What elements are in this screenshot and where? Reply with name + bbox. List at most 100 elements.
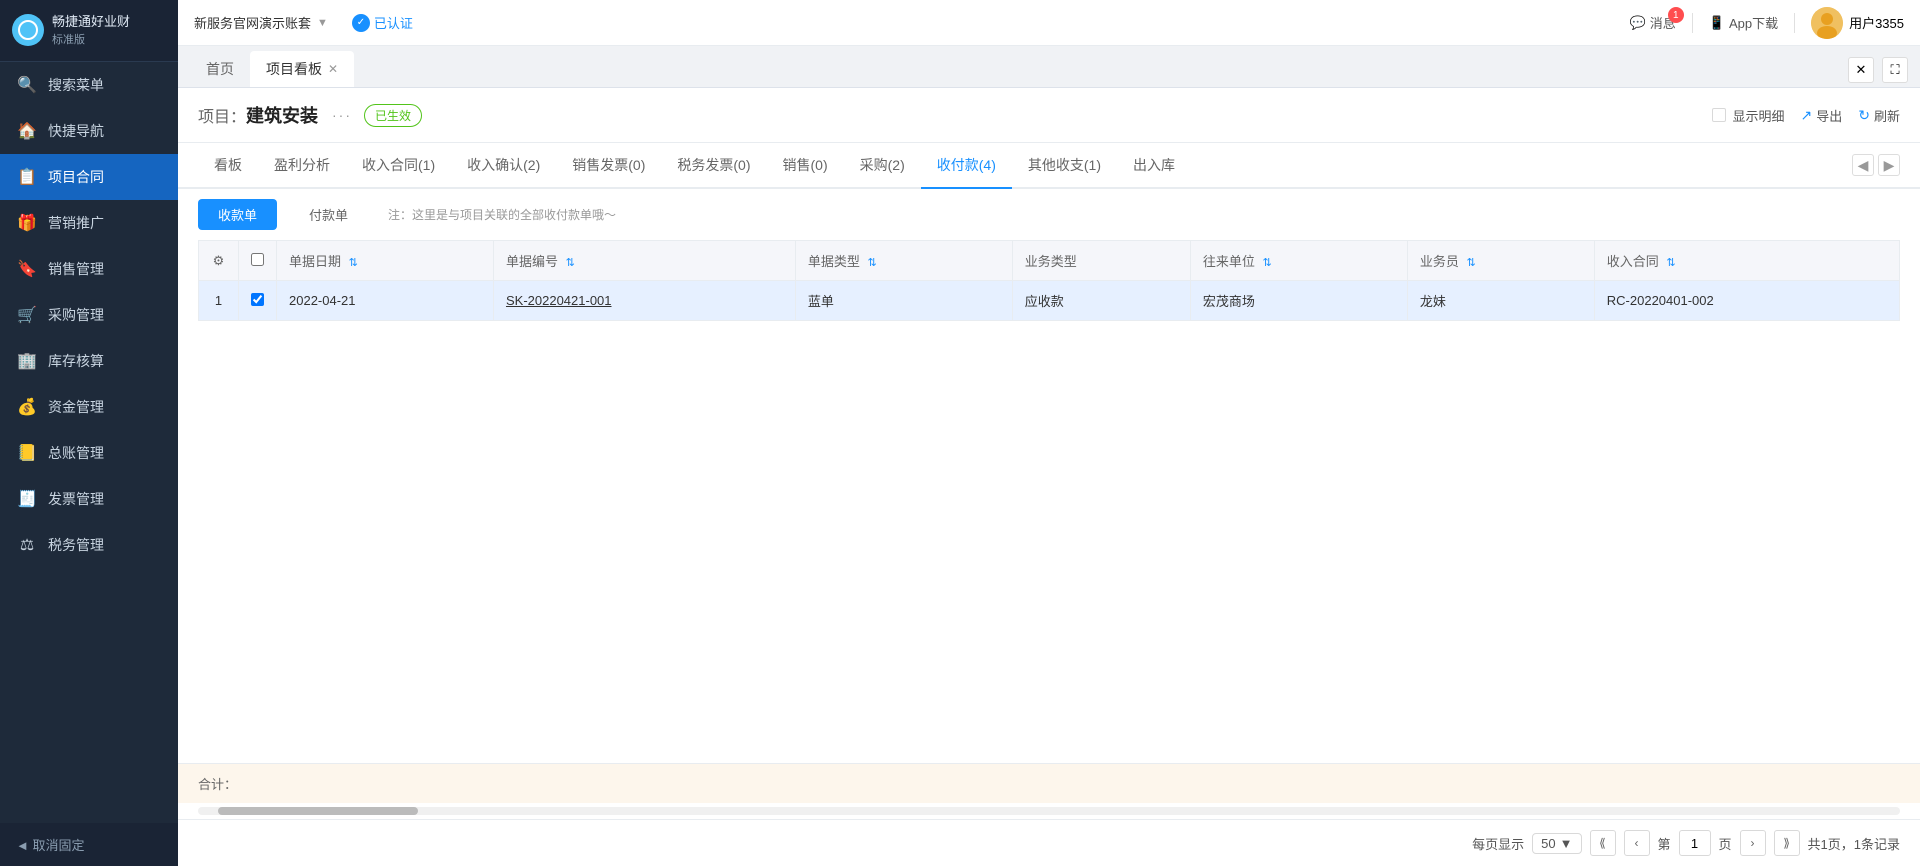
last-page-button[interactable]: ⟫ (1774, 830, 1800, 856)
tab-home[interactable]: 首页 (190, 51, 250, 87)
sidebar-icon-7: 💰 (16, 396, 38, 418)
partner-col-header[interactable]: 往来单位 ⇅ (1190, 241, 1407, 281)
nav-tab-8[interactable]: 收付款(4) (921, 143, 1012, 189)
scrollbar-area[interactable] (178, 803, 1920, 819)
sidebar-label-2: 项目合同 (48, 167, 104, 187)
row-doctype: 蓝单 (795, 281, 1012, 321)
page-size-select[interactable]: 50 ▼ (1532, 833, 1581, 854)
prev-page-button[interactable]: ‹ (1624, 830, 1650, 856)
demo-account-arrow: ▼ (317, 17, 328, 29)
scrollbar-track[interactable] (198, 807, 1900, 815)
user-menu[interactable]: 用户3355 (1811, 7, 1904, 39)
sidebar-item-7[interactable]: 💰 资金管理 (0, 384, 178, 430)
sidebar-label-1: 快捷导航 (48, 121, 104, 141)
user-label: 用户3355 (1849, 13, 1904, 32)
page-size-value: 50 (1541, 836, 1555, 851)
project-label: 项目： (198, 103, 246, 127)
export-label: 导出 (1816, 106, 1842, 125)
tab-bar: 首页 项目看板 ✕ ✕ ⛶ (178, 46, 1920, 88)
demo-account-label: 新服务官网演示账套 (194, 13, 311, 32)
nav-next-arrow[interactable]: ▶ (1878, 154, 1900, 176)
project-more-button[interactable]: ··· (332, 107, 352, 123)
data-table: ⚙ 单据日期 ⇅ 单据编号 ⇅ 单据类型 ⇅ 业务类型 往来单位 ⇅ 业务员 ⇅… (198, 240, 1900, 321)
sidebar-item-0[interactable]: 🔍 搜索菜单 (0, 62, 178, 108)
total-info: 共1页，1条记录 (1808, 834, 1900, 853)
row-docno[interactable]: SK-20220421-001 (493, 281, 795, 321)
salesman-col-header[interactable]: 业务员 ⇅ (1407, 241, 1594, 281)
checkbox-col-header[interactable] (239, 241, 277, 281)
table-row[interactable]: 1 2022-04-21 SK-20220421-001 蓝单 应收款 宏茂商场… (199, 281, 1900, 321)
nav-tab-10[interactable]: 出入库 (1117, 143, 1191, 189)
sidebar-label-0: 搜索菜单 (48, 75, 104, 95)
export-button[interactable]: ↗ 导出 (1801, 106, 1843, 125)
sidebar-item-4[interactable]: 🔖 销售管理 (0, 246, 178, 292)
date-col-header[interactable]: 单据日期 ⇅ (277, 241, 494, 281)
nav-tab-3[interactable]: 收入确认(2) (451, 143, 556, 189)
tab-project-board[interactable]: 项目看板 ✕ (250, 51, 354, 87)
export-icon: ↗ (1801, 107, 1813, 124)
sidebar-item-1[interactable]: 🏠 快捷导航 (0, 108, 178, 154)
table-footer: 合计： (178, 763, 1920, 803)
nav-tab-7[interactable]: 采购(2) (844, 143, 921, 189)
nav-tab-6[interactable]: 销售(0) (767, 143, 844, 189)
row-date: 2022-04-21 (277, 281, 494, 321)
sidebar-item-8[interactable]: 📒 总账管理 (0, 430, 178, 476)
total-label: 合计： (198, 777, 237, 792)
settings-col-header[interactable]: ⚙ (199, 241, 239, 281)
sub-tab-1[interactable]: 付款单 (289, 199, 368, 230)
sidebar-label-9: 发票管理 (48, 489, 104, 509)
contract-col-header[interactable]: 收入合同 ⇅ (1594, 241, 1899, 281)
project-status-badge: 已生效 (364, 104, 422, 127)
sub-tab-0[interactable]: 收款单 (198, 199, 277, 230)
nav-prev-arrow[interactable]: ◀ (1852, 154, 1874, 176)
app-subtitle: 标准版 (52, 31, 130, 47)
nav-tab-5[interactable]: 税务发票(0) (661, 143, 766, 189)
sidebar-item-3[interactable]: 🎁 营销推广 (0, 200, 178, 246)
refresh-icon: ↻ (1858, 107, 1870, 124)
divider (1692, 13, 1693, 33)
sidebar-item-6[interactable]: 🏢 库存核算 (0, 338, 178, 384)
row-checkbox-cell[interactable] (239, 281, 277, 321)
row-num: 1 (199, 281, 239, 321)
nav-tab-0[interactable]: 看板 (198, 143, 258, 189)
doctype-col-header[interactable]: 单据类型 ⇅ (795, 241, 1012, 281)
demo-account-selector[interactable]: 新服务官网演示账套 ▼ (194, 13, 328, 32)
sidebar-item-5[interactable]: 🛒 采购管理 (0, 292, 178, 338)
sidebar-label-10: 税务管理 (48, 535, 104, 555)
sidebar-unpin-button[interactable]: ◄ 取消固定 (0, 823, 178, 866)
biztype-col-header: 业务类型 (1012, 241, 1190, 281)
app-download-label: App下载 (1729, 13, 1778, 32)
first-page-button[interactable]: ⟪ (1590, 830, 1616, 856)
show-detail-checkbox[interactable]: 显示明细 (1712, 106, 1784, 125)
next-page-button[interactable]: › (1740, 830, 1766, 856)
project-title: 建筑安装 (246, 102, 318, 128)
message-button[interactable]: 💬 消息 1 (1630, 13, 1676, 32)
select-all-checkbox[interactable] (251, 253, 264, 266)
divider2 (1794, 13, 1795, 33)
sidebar-item-2[interactable]: 📋 项目合同 (0, 154, 178, 200)
app-download-button[interactable]: 📱 App下载 (1709, 13, 1778, 32)
maximize-window-button[interactable]: ⛶ (1882, 57, 1908, 83)
table-header-row: ⚙ 单据日期 ⇅ 单据编号 ⇅ 单据类型 ⇅ 业务类型 往来单位 ⇅ 业务员 ⇅… (199, 241, 1900, 281)
nav-tab-4[interactable]: 销售发票(0) (556, 143, 661, 189)
sidebar: 畅捷通好业财 标准版 🔍 搜索菜单 🏠 快捷导航 📋 项目合同 🎁 营销推广 🔖… (0, 0, 178, 866)
phone-icon: 📱 (1709, 15, 1725, 31)
tab-project-board-label: 项目看板 (266, 59, 322, 79)
pagination: 每页显示 50 ▼ ⟪ ‹ 第 页 › ⟫ 共1页，1条记录 (178, 819, 1920, 866)
sidebar-label-3: 营销推广 (48, 213, 104, 233)
sidebar-item-9[interactable]: 🧾 发票管理 (0, 476, 178, 522)
nav-tab-9[interactable]: 其他收支(1) (1012, 143, 1117, 189)
docno-col-header[interactable]: 单据编号 ⇅ (493, 241, 795, 281)
row-salesman: 龙妹 (1407, 281, 1594, 321)
sidebar-item-10[interactable]: ⚖ 税务管理 (0, 522, 178, 568)
topbar-right: 💬 消息 1 📱 App下载 用户3355 (1630, 7, 1904, 39)
tab-close-button[interactable]: ✕ (328, 62, 338, 76)
nav-tab-1[interactable]: 盈利分析 (258, 143, 346, 189)
row-checkbox[interactable] (251, 293, 264, 306)
close-window-button[interactable]: ✕ (1848, 57, 1874, 83)
avatar (1811, 7, 1843, 39)
current-page-input[interactable] (1679, 830, 1711, 856)
nav-tab-2[interactable]: 收入合同(1) (346, 143, 451, 189)
refresh-button[interactable]: ↻ 刷新 (1858, 106, 1900, 125)
scrollbar-thumb[interactable] (218, 807, 418, 815)
